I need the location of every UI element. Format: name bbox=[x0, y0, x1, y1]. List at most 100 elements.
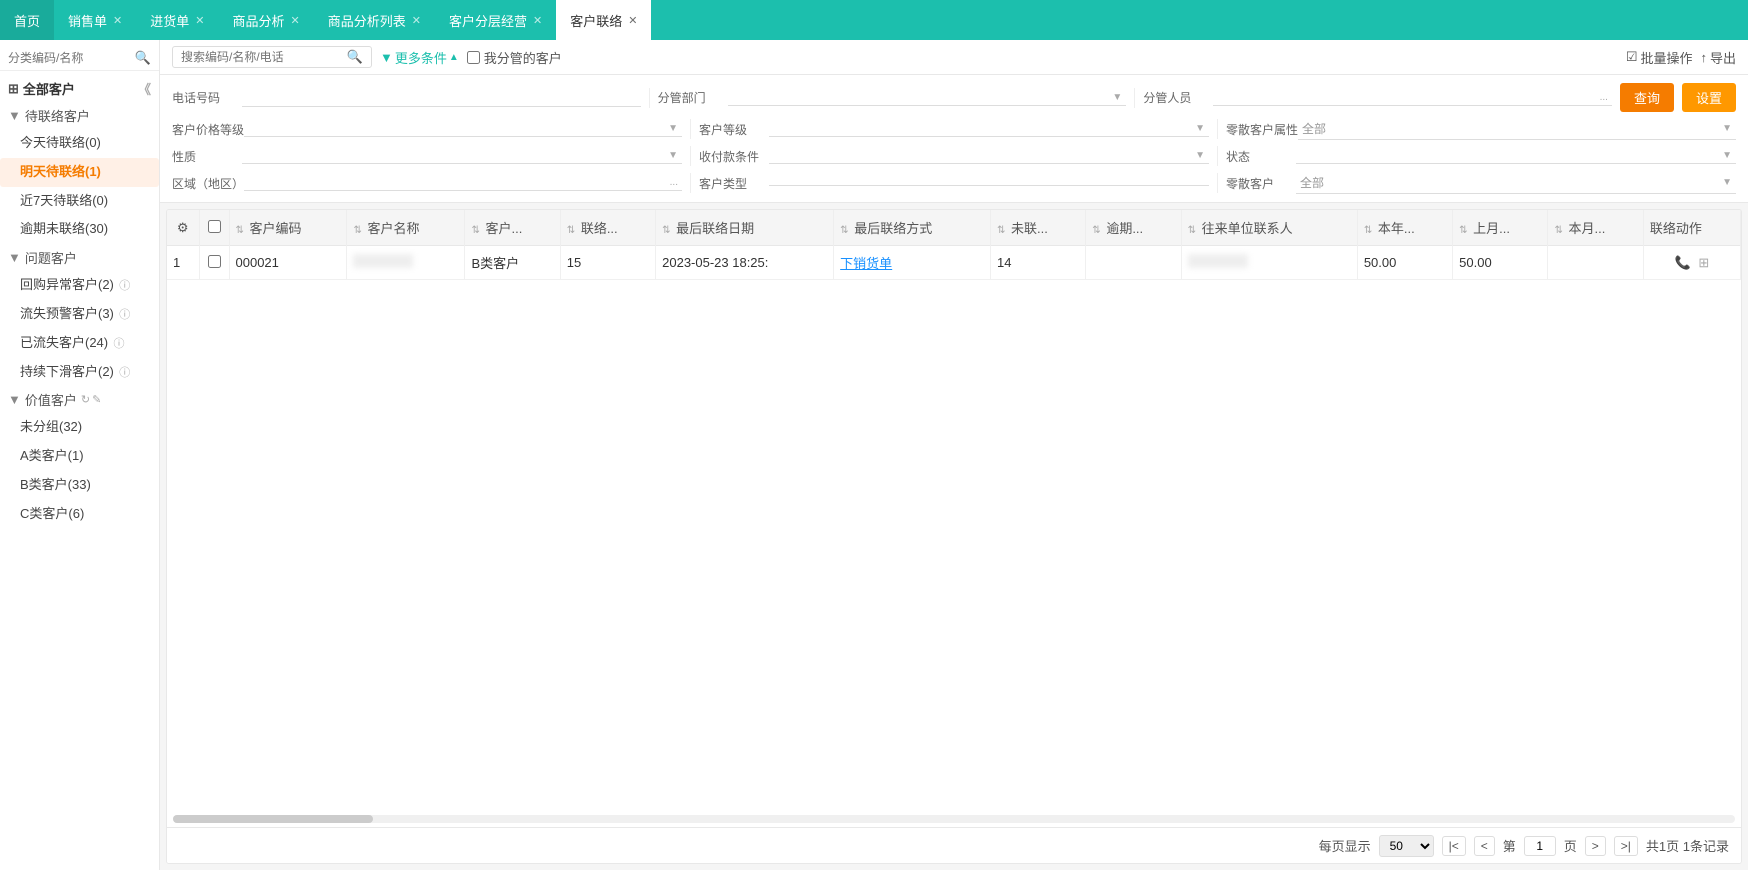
query-btn[interactable]: 查询 bbox=[1620, 83, 1674, 112]
my-customers-check-input[interactable] bbox=[467, 51, 480, 64]
close-product-list-icon[interactable]: ✕ bbox=[412, 14, 421, 27]
close-tier-icon[interactable]: ✕ bbox=[533, 14, 542, 27]
sidebar-item-ungrouped[interactable]: 未分组(32) bbox=[0, 413, 159, 442]
scrollbar-thumb[interactable] bbox=[173, 815, 373, 823]
export-btn[interactable]: ↑ 导出 bbox=[1700, 48, 1736, 67]
close-sales-icon[interactable]: ✕ bbox=[113, 14, 122, 27]
sidebar-item-b-class[interactable]: B类客户(33) bbox=[0, 471, 159, 500]
grid-action-icon[interactable]: ⊞ bbox=[1698, 255, 1709, 270]
nav-purchase[interactable]: 进货单 ✕ bbox=[136, 0, 218, 40]
sidebar-item-a-class[interactable]: A类客户(1) bbox=[0, 442, 159, 471]
search-input-wrap[interactable]: 🔍 bbox=[172, 46, 372, 68]
table-area: ⚙ ⇅ 客户编码 ⇅ 客户名称 bbox=[166, 209, 1742, 864]
value-level-chevron-icon: ▼ bbox=[668, 123, 678, 134]
sidebar-item-churned[interactable]: 已流失客户(24) ⓘ bbox=[0, 329, 159, 358]
nav-sales[interactable]: 销售单 ✕ bbox=[54, 0, 136, 40]
my-customers-checkbox[interactable]: 我分管的客户 bbox=[467, 48, 562, 67]
customer-type-select[interactable] bbox=[769, 181, 1209, 186]
col-sort-contact-icon: ⇅ bbox=[567, 225, 575, 236]
sidebar-item-7days[interactable]: 近7天待联络(0) bbox=[0, 187, 159, 216]
td-contacts-person bbox=[1181, 246, 1357, 280]
last-page-btn[interactable]: >| bbox=[1614, 836, 1638, 856]
filter-row-4: 区域（地区） ... 客户类型 零散客户 bbox=[172, 172, 1736, 194]
select-all-checkbox[interactable] bbox=[208, 220, 221, 233]
row-checkbox[interactable] bbox=[208, 255, 221, 268]
sidebar-item-repurchase-abnormal[interactable]: 回购异常客户(2) ⓘ bbox=[0, 271, 159, 300]
td-contact-count: 15 bbox=[560, 246, 655, 280]
area-more-icon: ... bbox=[670, 177, 678, 188]
customer-level-select[interactable]: ▼ bbox=[769, 121, 1209, 137]
page-input[interactable] bbox=[1524, 836, 1556, 856]
sidebar-item-c-class[interactable]: C类客户(6) bbox=[0, 500, 159, 529]
nav-product-analysis-list[interactable]: 商品分析列表 ✕ bbox=[314, 0, 435, 40]
last-method-link[interactable]: 下销货单 bbox=[840, 256, 892, 271]
value-level-select[interactable]: ▼ bbox=[244, 121, 682, 137]
value-group[interactable]: ▼ 价值客户 ↻ ✎ bbox=[0, 386, 159, 413]
search-icon[interactable]: 🔍 bbox=[347, 49, 363, 65]
dept-field: 分管部门 ▼ bbox=[658, 89, 1127, 106]
person-select[interactable]: ... bbox=[1213, 90, 1612, 106]
filter-icon: ▼ bbox=[380, 50, 393, 65]
td-code: 000021 bbox=[229, 246, 347, 280]
sidebar-search-icon[interactable]: 🔍 bbox=[135, 50, 151, 66]
close-product-analysis-icon[interactable]: ✕ bbox=[291, 14, 300, 27]
phone-action-icon[interactable]: 📞 bbox=[1675, 255, 1691, 270]
col-sort-lastmonth-icon: ⇅ bbox=[1459, 225, 1467, 236]
nav-home[interactable]: 首页 bbox=[0, 0, 54, 40]
dept-chevron-icon: ▼ bbox=[1112, 92, 1122, 103]
nav-product-analysis[interactable]: 商品分析 ✕ bbox=[218, 0, 313, 40]
area-select[interactable]: ... bbox=[244, 175, 682, 191]
dept-select[interactable]: ▼ bbox=[728, 90, 1127, 106]
payment-select[interactable]: ▼ bbox=[769, 148, 1209, 164]
nav-customer-contact[interactable]: 客户联络 ✕ bbox=[556, 0, 651, 40]
gear-icon[interactable]: ⚙ bbox=[177, 220, 189, 235]
retail-customer-select[interactable]: 全部 ▼ bbox=[1296, 172, 1736, 194]
status-select[interactable]: ▼ bbox=[1296, 148, 1736, 164]
collapse-icon[interactable]: 《 bbox=[138, 79, 151, 98]
chevron-up-icon: ▲ bbox=[449, 52, 459, 63]
customer-name-blurred bbox=[353, 254, 413, 268]
th-type: ⇅ 客户... bbox=[465, 210, 560, 246]
phone-input[interactable] bbox=[242, 88, 641, 107]
td-last-method: 下销货单 bbox=[834, 246, 991, 280]
sidebar-search-input[interactable] bbox=[8, 51, 135, 65]
all-customers-header[interactable]: ⊞ 全部客户 《 bbox=[0, 75, 159, 102]
sidebar-item-churn-warning[interactable]: 流失预警客户(3) ⓘ bbox=[0, 300, 159, 329]
sidebar-item-tomorrow[interactable]: 明天待联络(1) bbox=[0, 158, 159, 187]
close-contact-icon[interactable]: ✕ bbox=[628, 14, 637, 27]
divider-6 bbox=[1217, 146, 1218, 166]
filter-row-1: 电话号码 分管部门 ▼ 分管人员 ... bbox=[172, 83, 1736, 112]
nature-select[interactable]: ▼ bbox=[242, 148, 682, 164]
batch-action-btn[interactable]: ☑ 批量操作 bbox=[1626, 48, 1693, 67]
col-sort-lastdate-icon: ⇅ bbox=[662, 225, 670, 236]
scrollbar-track[interactable] bbox=[173, 815, 1735, 823]
next-page-btn[interactable]: > bbox=[1585, 836, 1606, 856]
info-icon-0: ⓘ bbox=[119, 280, 130, 292]
close-purchase-icon[interactable]: ✕ bbox=[195, 14, 204, 27]
sidebar-item-overdue[interactable]: 逾期未联络(30) bbox=[0, 215, 159, 244]
prev-page-btn[interactable]: < bbox=[1474, 836, 1495, 856]
sidebar-item-today[interactable]: 今天待联络(0) bbox=[0, 129, 159, 158]
customer-level-field: 客户等级 ▼ bbox=[699, 121, 1209, 138]
divider-7 bbox=[690, 173, 691, 193]
td-index: 1 bbox=[167, 246, 199, 280]
search-input[interactable] bbox=[181, 50, 347, 64]
content-area: 🔍 ▼ 更多条件 ▲ 我分管的客户 ☑ 批量操作 ↑ 导出 bbox=[160, 40, 1748, 870]
settings-btn[interactable]: 设置 bbox=[1682, 83, 1736, 112]
nav-customer-tier[interactable]: 客户分层经营 ✕ bbox=[435, 0, 556, 40]
th-contacts-person: ⇅ 往来单位联系人 bbox=[1181, 210, 1357, 246]
first-page-btn[interactable]: |< bbox=[1442, 836, 1466, 856]
refresh-icon[interactable]: ↻ bbox=[81, 393, 90, 406]
th-gear[interactable]: ⚙ bbox=[167, 210, 199, 246]
top-right-actions: ☑ 批量操作 ↑ 导出 bbox=[1626, 48, 1736, 67]
th-last-month: ⇅ 上月... bbox=[1453, 210, 1548, 246]
pending-group[interactable]: ▼ 待联络客户 bbox=[0, 102, 159, 129]
more-filters-btn[interactable]: ▼ 更多条件 ▲ bbox=[380, 48, 459, 67]
th-last-date: ⇅ 最后联络日期 bbox=[656, 210, 834, 246]
td-type: B类客户 bbox=[465, 246, 560, 280]
problem-group[interactable]: ▼ 问题客户 bbox=[0, 244, 159, 271]
per-page-select[interactable]: 50 100 200 bbox=[1379, 835, 1434, 857]
retail-attr-select[interactable]: 全部 ▼ bbox=[1298, 118, 1736, 140]
edit-icon[interactable]: ✎ bbox=[92, 393, 101, 406]
sidebar-item-declining[interactable]: 持续下滑客户(2) ⓘ bbox=[0, 358, 159, 387]
